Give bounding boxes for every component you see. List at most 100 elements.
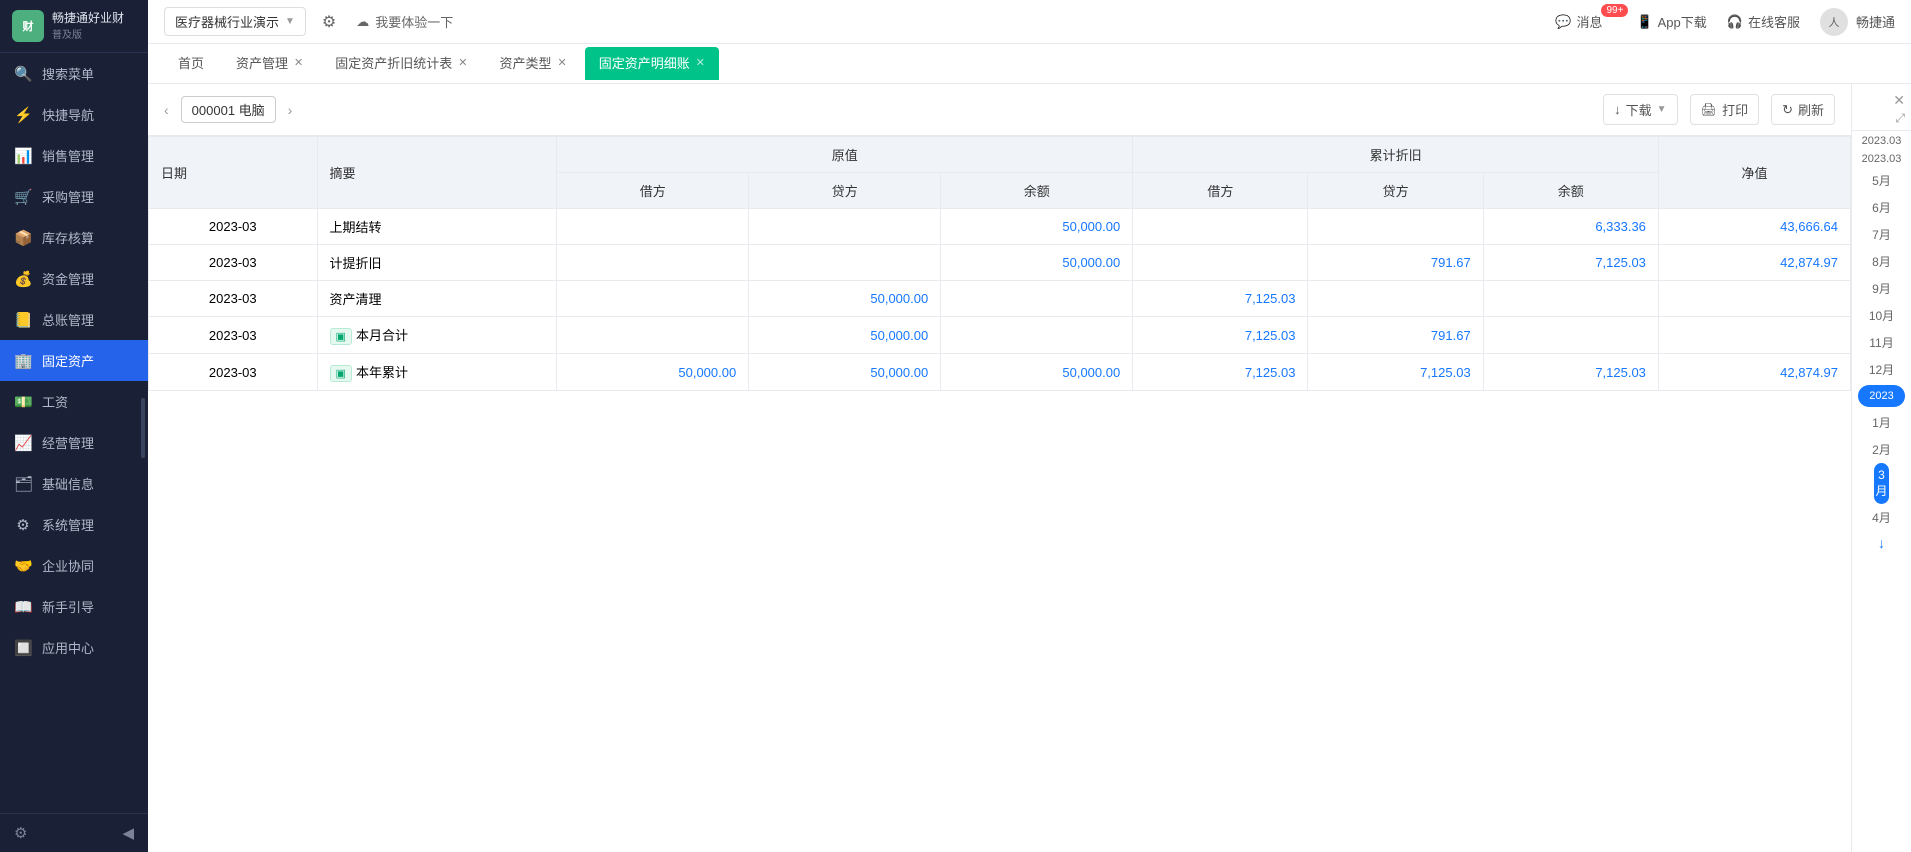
- sidebar-item-sales[interactable]: 📊 销售管理: [0, 135, 148, 176]
- timeline-panel: ✕ ⤢ 2023.03 2023.03 5月6月7月8月9月10月11月12月 …: [1851, 84, 1911, 852]
- sales-icon: 📊: [14, 147, 32, 165]
- th-accumulated-depreciation: 累计折旧: [1133, 137, 1659, 173]
- table-row: 2023-03▣本年累计50,000.0050,000.0050,000.007…: [149, 354, 1851, 391]
- sidebar-item-apps[interactable]: 🔲 应用中心: [0, 627, 148, 668]
- basics-icon: 🗂: [14, 475, 32, 493]
- row-tag: ▣: [330, 328, 352, 345]
- app-download-icon: 📱: [1636, 14, 1652, 30]
- sidebar-item-fixed-assets[interactable]: 🏢 固定资产: [0, 340, 148, 381]
- sidebar-item-guide[interactable]: 📖 新手引导: [0, 586, 148, 627]
- tab-asset-mgmt[interactable]: 资产管理 ✕: [222, 47, 317, 80]
- th-date: 日期: [149, 137, 318, 209]
- download-dropdown-arrow: ▼: [1657, 104, 1667, 115]
- cell-value: 7,125.03: [1483, 354, 1658, 391]
- search-icon: 🔍: [14, 65, 32, 83]
- refresh-btn[interactable]: ↻ 刷新: [1771, 94, 1835, 125]
- cell-value: [941, 317, 1133, 354]
- sidebar-item-funds[interactable]: 💰 资金管理: [0, 258, 148, 299]
- timeline-month[interactable]: 2月: [1872, 436, 1891, 463]
- cell-value: 7,125.03: [1483, 245, 1658, 281]
- content-area: ‹ 000001 电脑 › ↓ 下载 ▼ 🖨 打印 ↻: [148, 84, 1911, 852]
- prev-asset-btn[interactable]: ‹: [164, 102, 169, 118]
- sidebar-item-quick-nav[interactable]: ⚡ 快捷导航: [0, 94, 148, 135]
- ledger-icon: 📒: [14, 311, 32, 329]
- timeline-month[interactable]: 12月: [1869, 356, 1894, 383]
- company-dropdown-arrow: ▼: [285, 16, 295, 27]
- topbar-right: 💬 消息 99+ 📱 App下载 🎧 在线客服 人 畅捷通: [1555, 8, 1895, 36]
- cell-value: [749, 245, 941, 281]
- sidebar-item-basics[interactable]: 🗂 基础信息: [0, 463, 148, 504]
- th-acc-balance: 余额: [1483, 173, 1658, 209]
- messages-btn[interactable]: 💬 消息 99+: [1555, 12, 1616, 31]
- tab-close-asset-mgmt[interactable]: ✕: [294, 56, 303, 69]
- sidebar-item-operations[interactable]: 📈 经营管理: [0, 422, 148, 463]
- payroll-icon: 💵: [14, 393, 32, 411]
- timeline-expand-btn[interactable]: ⤢: [1895, 111, 1911, 126]
- sidebar-item-payroll[interactable]: 💵 工资: [0, 381, 148, 422]
- messages-icon: 💬: [1555, 14, 1571, 30]
- cell-value: [557, 281, 749, 317]
- timeline-month[interactable]: 5月: [1869, 167, 1894, 194]
- settings-footer-icon[interactable]: ⚙: [14, 824, 27, 842]
- timeline-month[interactable]: 10月: [1869, 302, 1894, 329]
- quick-nav-icon: ⚡: [14, 106, 32, 124]
- cell-value: 50,000.00: [941, 209, 1133, 245]
- cell-value: 7,125.03: [1133, 317, 1308, 354]
- tab-close-asset-type[interactable]: ✕: [558, 56, 567, 69]
- timeline-month[interactable]: 3月: [1874, 463, 1889, 504]
- sidebar-item-ledger[interactable]: 📒 总账管理: [0, 299, 148, 340]
- cell-value: 42,874.97: [1658, 245, 1850, 281]
- sidebar-item-system[interactable]: ⚙ 系统管理: [0, 504, 148, 545]
- cell-summary: 上期结转: [317, 209, 557, 245]
- cell-date: 2023-03: [149, 281, 318, 317]
- next-asset-btn[interactable]: ›: [288, 102, 293, 118]
- tab-close-asset-detail[interactable]: ✕: [696, 56, 705, 69]
- cell-value: 42,874.97: [1658, 354, 1850, 391]
- sidebar-item-inventory[interactable]: 📦 库存核算: [0, 217, 148, 258]
- tab-asset-detail[interactable]: 固定资产明细账 ✕: [585, 47, 719, 80]
- sidebar-item-collab[interactable]: 🤝 企业协同: [0, 545, 148, 586]
- timeline-month[interactable]: 1月: [1872, 409, 1891, 436]
- th-summary: 摘要: [317, 137, 557, 209]
- table-row: 2023-03计提折旧50,000.00791.677,125.0342,874…: [149, 245, 1851, 281]
- timeline-month[interactable]: 9月: [1869, 275, 1894, 302]
- download-icon: ↓: [1614, 102, 1621, 117]
- cell-value: [557, 209, 749, 245]
- tab-depreciation[interactable]: 固定资产折旧统计表 ✕: [321, 47, 481, 80]
- print-btn[interactable]: 🖨 打印: [1690, 94, 1760, 125]
- timeline-header: ✕ ⤢: [1852, 84, 1911, 131]
- timeline-year-badge[interactable]: 2023: [1858, 385, 1905, 407]
- collab-icon: 🤝: [14, 557, 32, 575]
- timeline-month[interactable]: 6月: [1869, 194, 1894, 221]
- company-selector[interactable]: 医疗器械行业演示 ▼: [164, 7, 306, 36]
- th-original-value: 原值: [557, 137, 1133, 173]
- timeline-close-btn[interactable]: ✕: [1893, 92, 1911, 109]
- timeline-month[interactable]: 11月: [1869, 329, 1894, 356]
- timeline-month[interactable]: 4月: [1872, 504, 1891, 531]
- app-download-btn[interactable]: 📱 App下载: [1636, 12, 1706, 31]
- main-area: 医疗器械行业演示 ▼ ⚙ ☁ 我要体验一下 💬 消息 99+ 📱 App下载 🎧…: [148, 0, 1911, 852]
- cell-value: 50,000.00: [749, 281, 941, 317]
- cell-value: 43,666.64: [1658, 209, 1850, 245]
- collapse-sidebar-icon[interactable]: ◀: [122, 824, 134, 842]
- sidebar-item-search[interactable]: 🔍 搜索菜单: [0, 53, 148, 94]
- tab-home[interactable]: 首页: [164, 47, 218, 80]
- th-acc-credit: 贷方: [1308, 173, 1483, 209]
- timeline-month[interactable]: 7月: [1869, 221, 1894, 248]
- apps-icon: 🔲: [14, 639, 32, 657]
- cell-summary: ▣本年累计: [317, 354, 557, 391]
- experience-btn[interactable]: ☁ 我要体验一下: [356, 12, 453, 31]
- user-profile[interactable]: 人 畅捷通: [1820, 8, 1895, 36]
- timeline-month[interactable]: 8月: [1869, 248, 1894, 275]
- cell-value: [941, 281, 1133, 317]
- tab-asset-type[interactable]: 资产类型 ✕: [485, 47, 580, 80]
- cell-value: [1133, 245, 1308, 281]
- customer-service-btn[interactable]: 🎧 在线客服: [1727, 12, 1800, 31]
- timeline-down-arrow[interactable]: ↓: [1874, 531, 1889, 555]
- panel-toolbar: ‹ 000001 电脑 › ↓ 下载 ▼ 🖨 打印 ↻: [148, 84, 1851, 136]
- download-btn[interactable]: ↓ 下载 ▼: [1603, 94, 1677, 125]
- sidebar-item-purchase[interactable]: 🛒 采购管理: [0, 176, 148, 217]
- cell-date: 2023-03: [149, 317, 318, 354]
- tab-close-depreciation[interactable]: ✕: [458, 56, 467, 69]
- company-settings-icon[interactable]: ⚙: [322, 12, 336, 32]
